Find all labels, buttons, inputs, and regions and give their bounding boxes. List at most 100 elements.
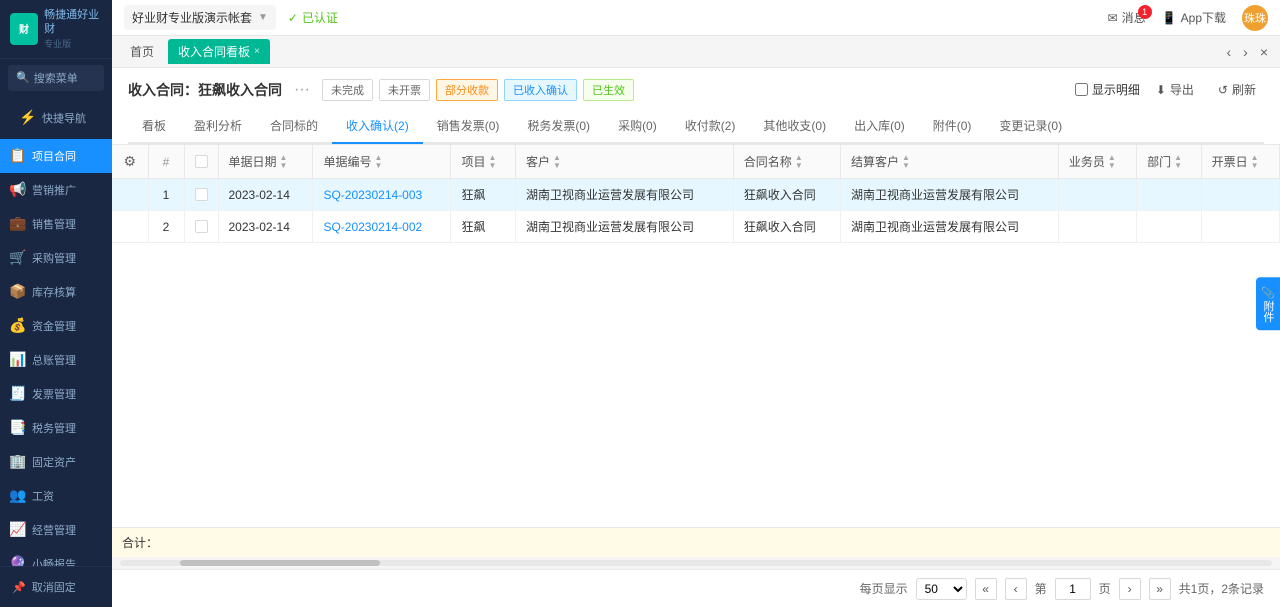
sidebar-quick-nav[interactable]: ⚡ 快捷导航 [10,101,102,135]
select-all-checkbox[interactable] [195,155,208,168]
horizontal-scrollbar[interactable] [112,557,1280,569]
sidebar: 财 畅捷通好业财 专业版 🔍 搜索菜单 ⚡ 快捷导航 📋 项目合同 📢 营销推广… [0,0,112,607]
nav-label: 快捷导航 [42,110,86,126]
th-seq: # [148,145,184,179]
sidebar-item-report[interactable]: 🔮 小畅报告 [0,547,112,566]
sidebar-item-hr[interactable]: 👥 工资 [0,479,112,513]
tab-nav-close[interactable]: × [1256,42,1272,62]
manage-icon: 📈 [10,522,26,538]
td-contract-2: 狂飙收入合同 [733,211,840,243]
sidebar-item-project[interactable]: 📋 项目合同 [0,139,112,173]
sidebar-item-assets[interactable]: 🏢 固定资产 [0,445,112,479]
settle-sort[interactable]: ▲▼ [902,154,910,170]
sub-tab-contract-std[interactable]: 合同标的 [256,109,332,144]
tab-nav-controls: ‹ › × [1222,42,1272,62]
show-detail-input[interactable] [1075,83,1088,96]
pin-label: 取消固定 [32,579,76,595]
sidebar-item-invoice[interactable]: 🧾 发票管理 [0,377,112,411]
sidebar-item-purchase[interactable]: 🛒 采购管理 [0,241,112,275]
pin-icon: 📌 [12,581,26,594]
verified-badge: ✓ 已认证 [288,9,338,26]
per-page-select[interactable]: 50 100 200 [916,578,967,600]
pagination-first[interactable]: « [975,578,997,600]
sub-tab-kanban[interactable]: 看板 [128,109,180,144]
pagination-prev[interactable]: ‹ [1005,578,1027,600]
sub-tab-change-log[interactable]: 变更记录(0) [985,109,1076,144]
sidebar-item-manage[interactable]: 📈 经营管理 [0,513,112,547]
pagination-last[interactable]: » [1149,578,1171,600]
sidebar-item-inventory[interactable]: 📦 库存核算 [0,275,112,309]
open-date-sort[interactable]: ▲▼ [1251,154,1259,170]
td-open-date-2 [1201,211,1279,243]
tab-home[interactable]: 首页 [120,39,164,64]
sidebar-item-tax[interactable]: 📑 税务管理 [0,411,112,445]
user-avatar[interactable]: 珠珠 [1242,5,1268,31]
sidebar-pin-toggle[interactable]: 📌 取消固定 [8,573,104,601]
company-selector[interactable]: 好业财专业版演示帐套 ▼ [124,5,276,30]
table-wrapper[interactable]: ⚙ # 单据日期▲▼ 单据编号▲▼ [112,145,1280,527]
doc-link-2[interactable]: SQ-20230214-002 [323,220,422,234]
message-button[interactable]: ✉ 消息 1 [1108,9,1146,26]
project-icon: 📋 [10,148,26,164]
doc-link-1[interactable]: SQ-20230214-003 [323,188,422,202]
status-incomplete[interactable]: 未完成 [322,79,373,101]
contract-sort[interactable]: ▲▼ [795,154,803,170]
dept-sort[interactable]: ▲▼ [1174,154,1182,170]
date-sort[interactable]: ▲▼ [280,154,288,170]
sub-tab-profit[interactable]: 盈利分析 [180,109,256,144]
right-panel-label: 附件 [1260,300,1276,322]
more-button[interactable]: ··· [294,81,310,99]
status-partial[interactable]: 部分收款 [436,79,498,101]
refresh-button[interactable]: ↺ 刷新 [1210,78,1264,101]
right-panel-button[interactable]: 📎 附件 [1256,277,1280,330]
table-row[interactable]: 2 2023-02-14 SQ-20230214-002 狂飙 湖南卫视商业运营… [112,211,1280,243]
export-button[interactable]: ⬇ 导出 [1148,78,1202,101]
tab-nav-prev[interactable]: ‹ [1222,42,1235,62]
settings-gear-icon[interactable]: ⚙ [123,153,136,169]
project-sort[interactable]: ▲▼ [488,154,496,170]
sub-tab-payment[interactable]: 收付款(2) [671,109,750,144]
scrollbar-thumb[interactable] [180,560,380,566]
sub-tab-income-confirm[interactable]: 收入确认(2) [332,109,423,144]
td-seq-1: 1 [148,179,184,211]
row-checkbox-1[interactable] [195,188,208,201]
status-uninvoiced[interactable]: 未开票 [379,79,430,101]
td-date-2: 2023-02-14 [218,211,313,243]
pagination-next[interactable]: › [1119,578,1141,600]
show-detail-checkbox[interactable]: 显示明细 [1075,81,1140,98]
table-row[interactable]: 1 2023-02-14 SQ-20230214-003 狂飙 湖南卫视商业运营… [112,179,1280,211]
page-input[interactable] [1055,578,1091,600]
sidebar-item-general[interactable]: 📊 总账管理 [0,343,112,377]
td-dept-1 [1137,179,1201,211]
sub-tab-purchase[interactable]: 采购(0) [604,109,671,144]
tax-label: 税务管理 [32,420,76,436]
td-contract-1: 狂飙收入合同 [733,179,840,211]
sub-tab-tax-invoice[interactable]: 税务发票(0) [513,109,604,144]
salesperson-sort[interactable]: ▲▼ [1108,154,1116,170]
row-checkbox-2[interactable] [195,220,208,233]
search-menu-button[interactable]: 🔍 搜索菜单 [8,65,104,91]
sidebar-item-sales[interactable]: 💼 销售管理 [0,207,112,241]
tab-close-icon[interactable]: × [254,46,260,57]
sub-tab-inout[interactable]: 出入库(0) [840,109,919,144]
sub-tab-attachment[interactable]: 附件(0) [919,109,986,144]
tab-income-contract[interactable]: 收入合同看板 × [168,39,270,64]
app-download-button[interactable]: 📱 App下载 [1162,9,1226,26]
status-effective[interactable]: 已生效 [583,79,634,101]
page-title: 收入合同：狂飙收入合同 [128,80,282,100]
marketing-label: 营销推广 [32,182,76,198]
customer-sort[interactable]: ▲▼ [553,154,561,170]
td-settings [112,179,148,211]
sidebar-item-finance[interactable]: 💰 资金管理 [0,309,112,343]
number-sort[interactable]: ▲▼ [374,154,382,170]
tab-nav-next[interactable]: › [1239,42,1252,62]
logo-text: 畅捷通好业财 [44,8,102,37]
sub-tab-other-income[interactable]: 其他收支(0) [749,109,840,144]
page-suffix: 页 [1099,580,1111,597]
sidebar-item-marketing[interactable]: 📢 营销推广 [0,173,112,207]
marketing-icon: 📢 [10,182,26,198]
nav-icon: ⚡ [20,110,36,126]
status-confirmed[interactable]: 已收入确认 [504,79,577,101]
td-salesperson-2 [1058,211,1136,243]
sub-tab-sales-invoice[interactable]: 销售发票(0) [423,109,514,144]
